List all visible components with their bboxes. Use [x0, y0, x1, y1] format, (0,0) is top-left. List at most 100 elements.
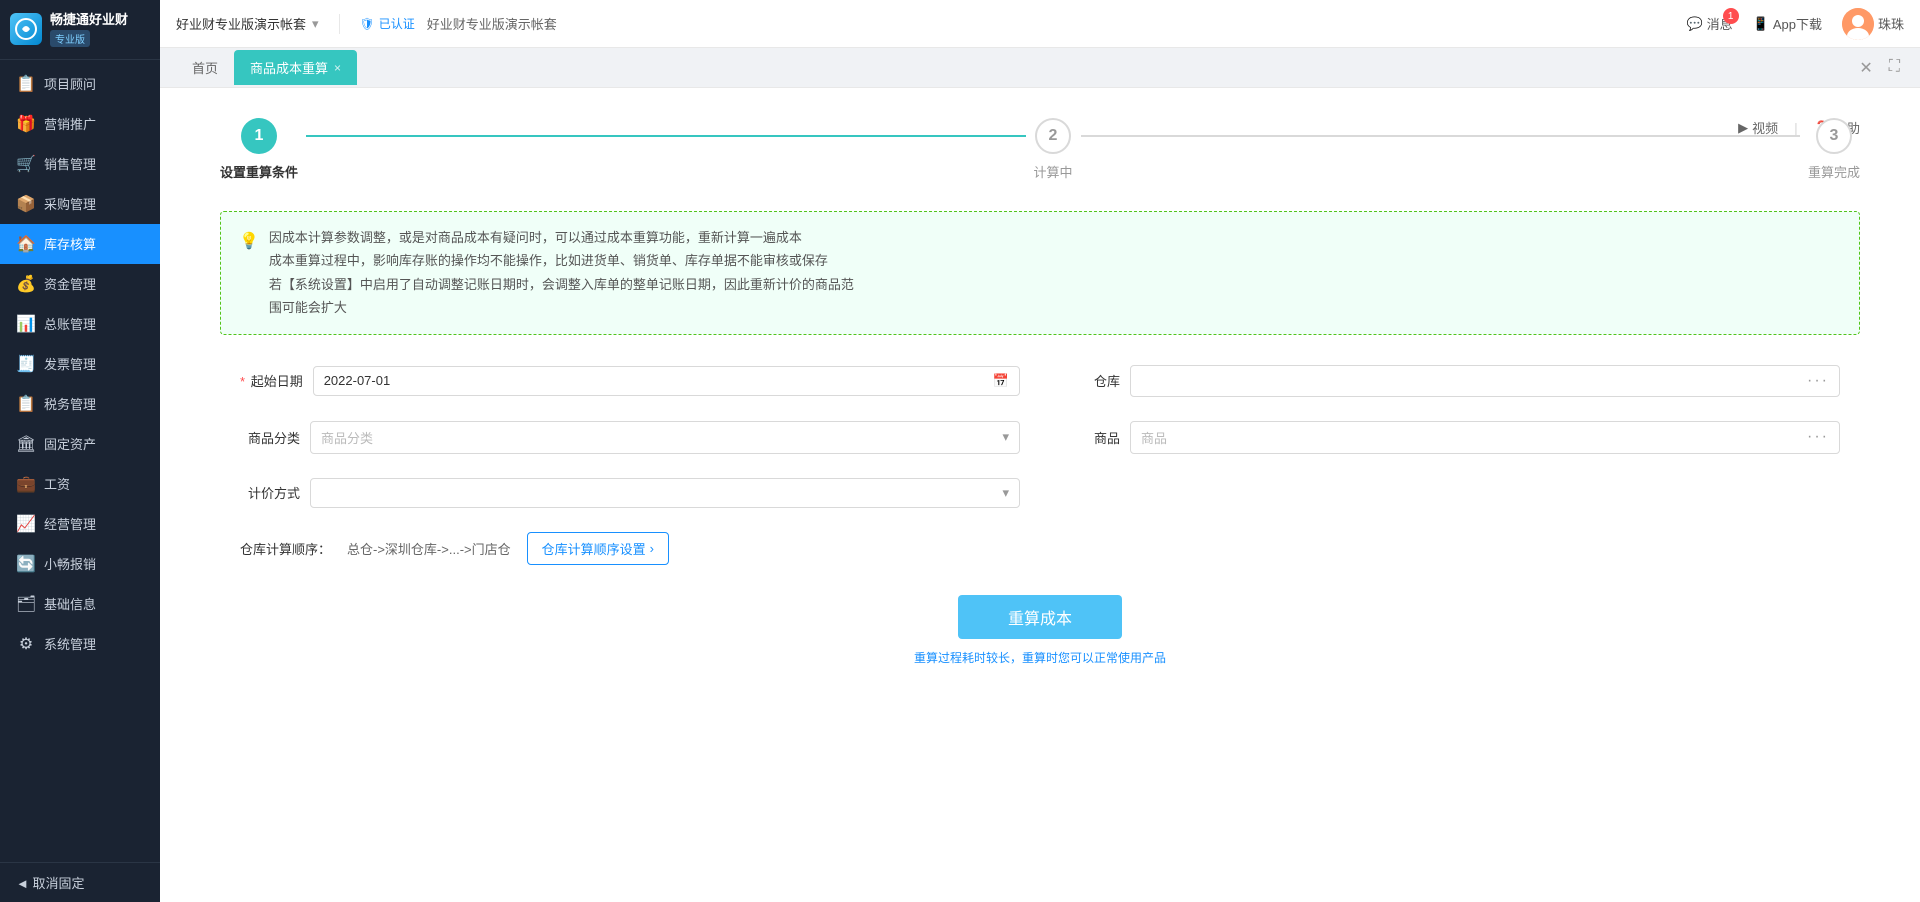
sidebar-item-expense[interactable]: 🔄 小畅报销	[0, 544, 160, 584]
tab-home-label: 首页	[192, 58, 218, 77]
tab-recalculate-label: 商品成本重算	[250, 58, 328, 77]
sidebar-item-purchase[interactable]: 📦 采购管理	[0, 184, 160, 224]
sidebar-item-label-purchase: 采购管理	[44, 194, 96, 213]
sidebar-item-accounting[interactable]: 📊 总账管理	[0, 304, 160, 344]
app-logo	[10, 13, 42, 45]
inventory-icon: 🏠	[16, 234, 36, 254]
category-input[interactable]: 商品分类 ▾	[310, 421, 1020, 454]
system-icon: ⚙	[16, 634, 36, 654]
topbar: 好业财专业版演示帐套 ▾ 🛡 已认证 好业财专业版演示帐套 💬 消息 1 📱 A…	[160, 0, 1920, 48]
app-download-button[interactable]: 📱 App下载	[1753, 14, 1822, 33]
info-text: 因成本计算参数调整，或是对商品成本有疑问时，可以通过成本重算功能，重新计算一遍成…	[269, 226, 854, 320]
message-icon: 💬	[1686, 16, 1702, 32]
close-window-icon[interactable]: ✕	[1855, 56, 1876, 80]
play-icon: ▶	[1738, 120, 1748, 136]
step-2-label: 计算中	[1034, 162, 1073, 181]
form-row-1: * 起始日期 2022-07-01 📅 仓库 ···	[240, 365, 1840, 397]
sidebar-unpin[interactable]: ◄ 取消固定	[0, 862, 160, 902]
app-download-label: App下载	[1773, 14, 1822, 33]
sidebar-item-salary[interactable]: 💼 工资	[0, 464, 160, 504]
account-name: 好业财专业版演示帐套	[176, 14, 306, 33]
topbar-divider	[339, 14, 340, 34]
expand-window-icon[interactable]: ⛶	[1885, 56, 1904, 80]
sidebar-item-label-marketing: 营销推广	[44, 114, 96, 133]
sidebar-item-assets[interactable]: 🏛 固定资产	[0, 424, 160, 464]
sidebar-unpin-label: ◄ 取消固定	[16, 873, 84, 892]
sidebar-item-marketing[interactable]: 🎁 营销推广	[0, 104, 160, 144]
warehouse-field: 仓库 ···	[1060, 365, 1840, 397]
video-label: 视频	[1752, 118, 1778, 137]
company-name: 好业财专业版演示帐套	[427, 14, 557, 33]
recalculate-button[interactable]: 重算成本	[958, 595, 1122, 639]
sidebar-item-finance[interactable]: 💰 资金管理	[0, 264, 160, 304]
sidebar-item-invoice[interactable]: 🧾 发票管理	[0, 344, 160, 384]
video-link[interactable]: ▶ 视频	[1738, 118, 1778, 137]
sidebar-item-system[interactable]: ⚙ 系统管理	[0, 624, 160, 664]
step-1: 1 设置重算条件	[220, 118, 298, 181]
help-divider: |	[1794, 120, 1798, 136]
step-2-circle: 2	[1035, 118, 1071, 154]
pricing-dropdown-icon[interactable]: ▾	[1002, 485, 1009, 501]
product-input[interactable]: 商品 ···	[1130, 421, 1840, 454]
sidebar-item-basic[interactable]: 🗂 基础信息	[0, 584, 160, 624]
user-menu[interactable]: 珠珠	[1842, 8, 1904, 40]
info-line4: 围可能会扩大	[269, 296, 854, 319]
app-title-block: 畅捷通好业财 专业版	[50, 12, 150, 47]
sidebar-item-tax[interactable]: 📋 税务管理	[0, 384, 160, 424]
warehouse-order-label: 仓库计算顺序：	[240, 539, 331, 558]
user-name: 珠珠	[1878, 14, 1904, 33]
sidebar-item-label-accounting: 总账管理	[44, 314, 96, 333]
step-2: 2 计算中	[1034, 118, 1073, 181]
avatar	[1842, 8, 1874, 40]
sidebar-item-inventory[interactable]: 🏠 库存核算	[0, 224, 160, 264]
category-label: 商品分类	[240, 428, 300, 447]
step-1-label: 设置重算条件	[220, 162, 298, 181]
warehouse-order-btn-label: 仓库计算顺序设置	[542, 539, 646, 558]
recalculate-note: 重算过程耗时较长，重算时您可以正常使用产品	[914, 649, 1166, 666]
invoice-icon: 🧾	[16, 354, 36, 374]
topbar-right: 💬 消息 1 📱 App下载 珠珠	[1686, 8, 1904, 40]
assets-icon: 🏛	[16, 434, 36, 454]
tab-close-icon[interactable]: ×	[334, 61, 341, 75]
form-row-3: 计价方式 ▾	[240, 478, 1840, 508]
sidebar-item-label-inventory: 库存核算	[44, 234, 96, 253]
pricing-input[interactable]: ▾	[310, 478, 1020, 508]
project-icon: 📋	[16, 74, 36, 94]
tab-recalculate[interactable]: 商品成本重算 ×	[234, 50, 357, 85]
verified-text: 已认证	[379, 15, 415, 32]
product-label: 商品	[1060, 428, 1120, 447]
info-line1: 因成本计算参数调整，或是对商品成本有疑问时，可以通过成本重算功能，重新计算一遍成…	[269, 226, 854, 249]
sales-icon: 🛒	[16, 154, 36, 174]
start-date-input[interactable]: 2022-07-01 📅	[313, 366, 1020, 396]
phone-icon: 📱	[1753, 16, 1769, 32]
salary-icon: 💼	[16, 474, 36, 494]
warehouse-order-settings-button[interactable]: 仓库计算顺序设置 ›	[527, 532, 669, 565]
info-line2: 成本重算过程中，影响库存账的操作均不能操作，比如进货单、销货单、库存单据不能审核…	[269, 249, 854, 272]
account-selector[interactable]: 好业财专业版演示帐套 ▾	[176, 14, 319, 33]
sidebar-item-operations[interactable]: 📈 经营管理	[0, 504, 160, 544]
category-dropdown-icon[interactable]: ▾	[1002, 429, 1009, 445]
warehouse-dots-icon[interactable]: ···	[1807, 372, 1829, 390]
stepper: 1 设置重算条件 2 计算中 3 重算完成 ▶ 视	[220, 118, 1860, 181]
warehouse-order-row: 仓库计算顺序： 总仓->深圳仓库->...->门店仓 仓库计算顺序设置 ›	[240, 532, 1840, 565]
warehouse-input[interactable]: ···	[1130, 365, 1840, 397]
sidebar-item-project[interactable]: 📋 项目顾问	[0, 64, 160, 104]
accounting-icon: 📊	[16, 314, 36, 334]
step-1-circle: 1	[241, 118, 277, 154]
sidebar-item-sales[interactable]: 🛒 销售管理	[0, 144, 160, 184]
sidebar-header: 畅捷通好业财 专业版	[0, 0, 160, 60]
pricing-field: 计价方式 ▾	[240, 478, 1020, 508]
tax-icon: 📋	[16, 394, 36, 414]
content-area: 1 设置重算条件 2 计算中 3 重算完成 ▶ 视	[160, 88, 1920, 902]
sidebar-item-label-tax: 税务管理	[44, 394, 96, 413]
category-field: 商品分类 商品分类 ▾	[240, 421, 1020, 454]
sidebar-item-label-expense: 小畅报销	[44, 554, 96, 573]
step-3-label: 重算完成	[1808, 162, 1860, 181]
shield-icon: 🛡	[360, 17, 375, 31]
sidebar-item-label-invoice: 发票管理	[44, 354, 96, 373]
start-date-value: 2022-07-01	[324, 373, 391, 388]
tab-home[interactable]: 首页	[176, 50, 234, 85]
calendar-icon[interactable]: 📅	[993, 373, 1009, 389]
message-button[interactable]: 💬 消息 1	[1686, 14, 1732, 33]
product-dots-icon[interactable]: ···	[1807, 428, 1829, 446]
